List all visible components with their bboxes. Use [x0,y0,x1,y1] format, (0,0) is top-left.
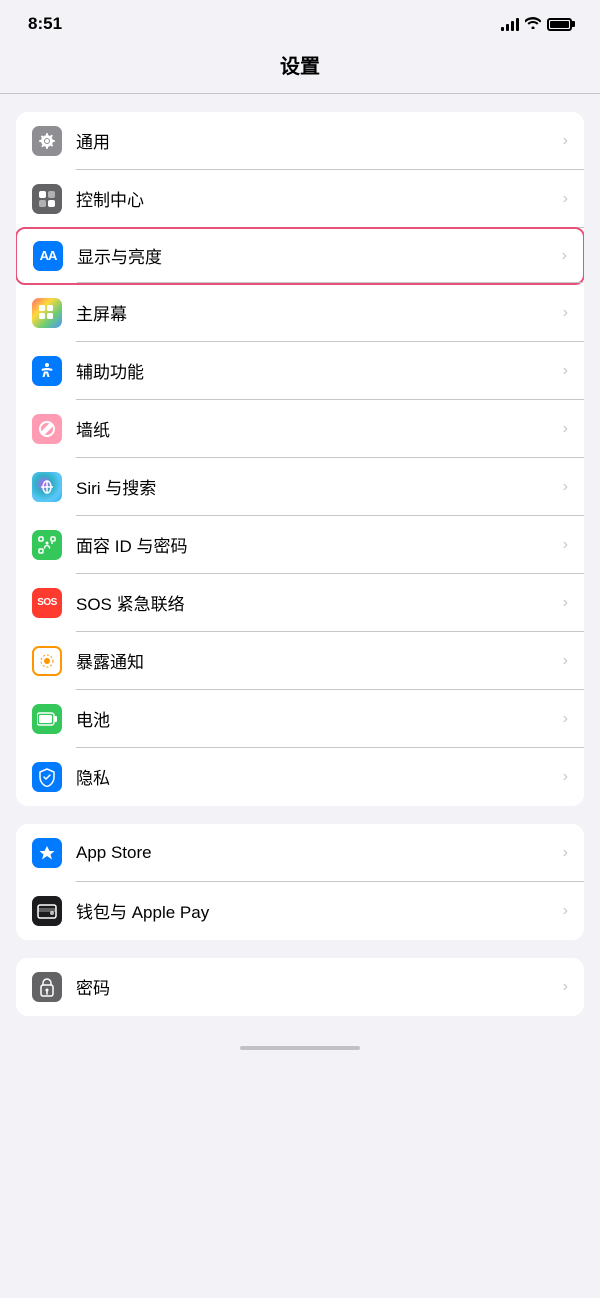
status-time: 8:51 [28,14,62,34]
battery-icon [547,18,572,31]
privacy-chevron: › [563,768,568,786]
exposure-icon [32,646,62,676]
settings-item-siri[interactable]: Siri 与搜索 › [16,458,584,516]
sos-label: SOS 紧急联络 [76,590,563,615]
siri-icon [32,472,62,502]
general-label: 通用 [76,128,563,153]
signal-icon [501,17,519,31]
faceid-icon [32,530,62,560]
home-indicator [0,1034,600,1056]
settings-item-sos[interactable]: SOS SOS 紧急联络 › [16,574,584,632]
page-title: 设置 [280,56,320,78]
home-screen-icon [32,298,62,328]
settings-item-passwords[interactable]: 密码 › [16,958,584,1016]
privacy-label: 隐私 [76,764,563,789]
wallpaper-chevron: › [563,420,568,438]
display-label: 显示与亮度 [77,243,562,268]
settings-item-wallpaper[interactable]: 墙纸 › [16,400,584,458]
wallet-label: 钱包与 Apple Pay [76,898,563,923]
settings-item-faceid[interactable]: 面容 ID 与密码 › [16,516,584,574]
appstore-chevron: › [563,844,568,862]
control-center-chevron: › [563,190,568,208]
settings-section-1: 通用 › 控制中心 › AA 显示与亮度 › [16,112,584,806]
settings-item-appstore[interactable]: App Store › [16,824,584,882]
accessibility-icon [32,356,62,386]
exposure-label: 暴露通知 [76,648,563,673]
battery-label: 电池 [76,706,563,731]
settings-item-accessibility[interactable]: 辅助功能 › [16,342,584,400]
display-chevron: › [562,247,567,265]
battery-chevron: › [563,710,568,728]
home-screen-chevron: › [563,304,568,322]
accessibility-chevron: › [563,362,568,380]
wifi-icon [525,16,541,32]
status-icons [501,16,572,32]
wallet-icon [32,896,62,926]
wallpaper-icon [32,414,62,444]
sos-chevron: › [563,594,568,612]
faceid-chevron: › [563,536,568,554]
faceid-label: 面容 ID 与密码 [76,532,563,557]
home-bar [240,1046,360,1050]
siri-chevron: › [563,478,568,496]
accessibility-label: 辅助功能 [76,358,563,383]
settings-item-general[interactable]: 通用 › [16,112,584,170]
control-center-icon [32,184,62,214]
home-screen-label: 主屏幕 [76,300,563,325]
display-icon: AA [33,241,63,271]
control-center-label: 控制中心 [76,186,563,211]
status-bar: 8:51 [0,0,600,42]
settings-item-display[interactable]: AA 显示与亮度 › [16,227,584,285]
passwords-chevron: › [563,978,568,996]
settings-section-3: 密码 › [16,958,584,1016]
settings-item-home-screen[interactable]: 主屏幕 › [16,284,584,342]
page-title-bar: 设置 [0,42,600,93]
exposure-chevron: › [563,652,568,670]
settings-item-exposure[interactable]: 暴露通知 › [16,632,584,690]
passwords-icon [32,972,62,1002]
appstore-label: App Store [76,843,563,863]
general-icon [32,126,62,156]
passwords-label: 密码 [76,974,563,999]
siri-label: Siri 与搜索 [76,474,563,499]
appstore-icon [32,838,62,868]
privacy-icon [32,762,62,792]
settings-section-2: App Store › 钱包与 Apple Pay › [16,824,584,940]
top-separator [0,93,600,94]
wallpaper-label: 墙纸 [76,416,563,441]
settings-item-control-center[interactable]: 控制中心 › [16,170,584,228]
general-chevron: › [563,132,568,150]
settings-item-privacy[interactable]: 隐私 › [16,748,584,806]
battery-settings-icon [32,704,62,734]
sos-icon: SOS [32,588,62,618]
settings-item-wallet[interactable]: 钱包与 Apple Pay › [16,882,584,940]
settings-item-battery[interactable]: 电池 › [16,690,584,748]
wallet-chevron: › [563,902,568,920]
